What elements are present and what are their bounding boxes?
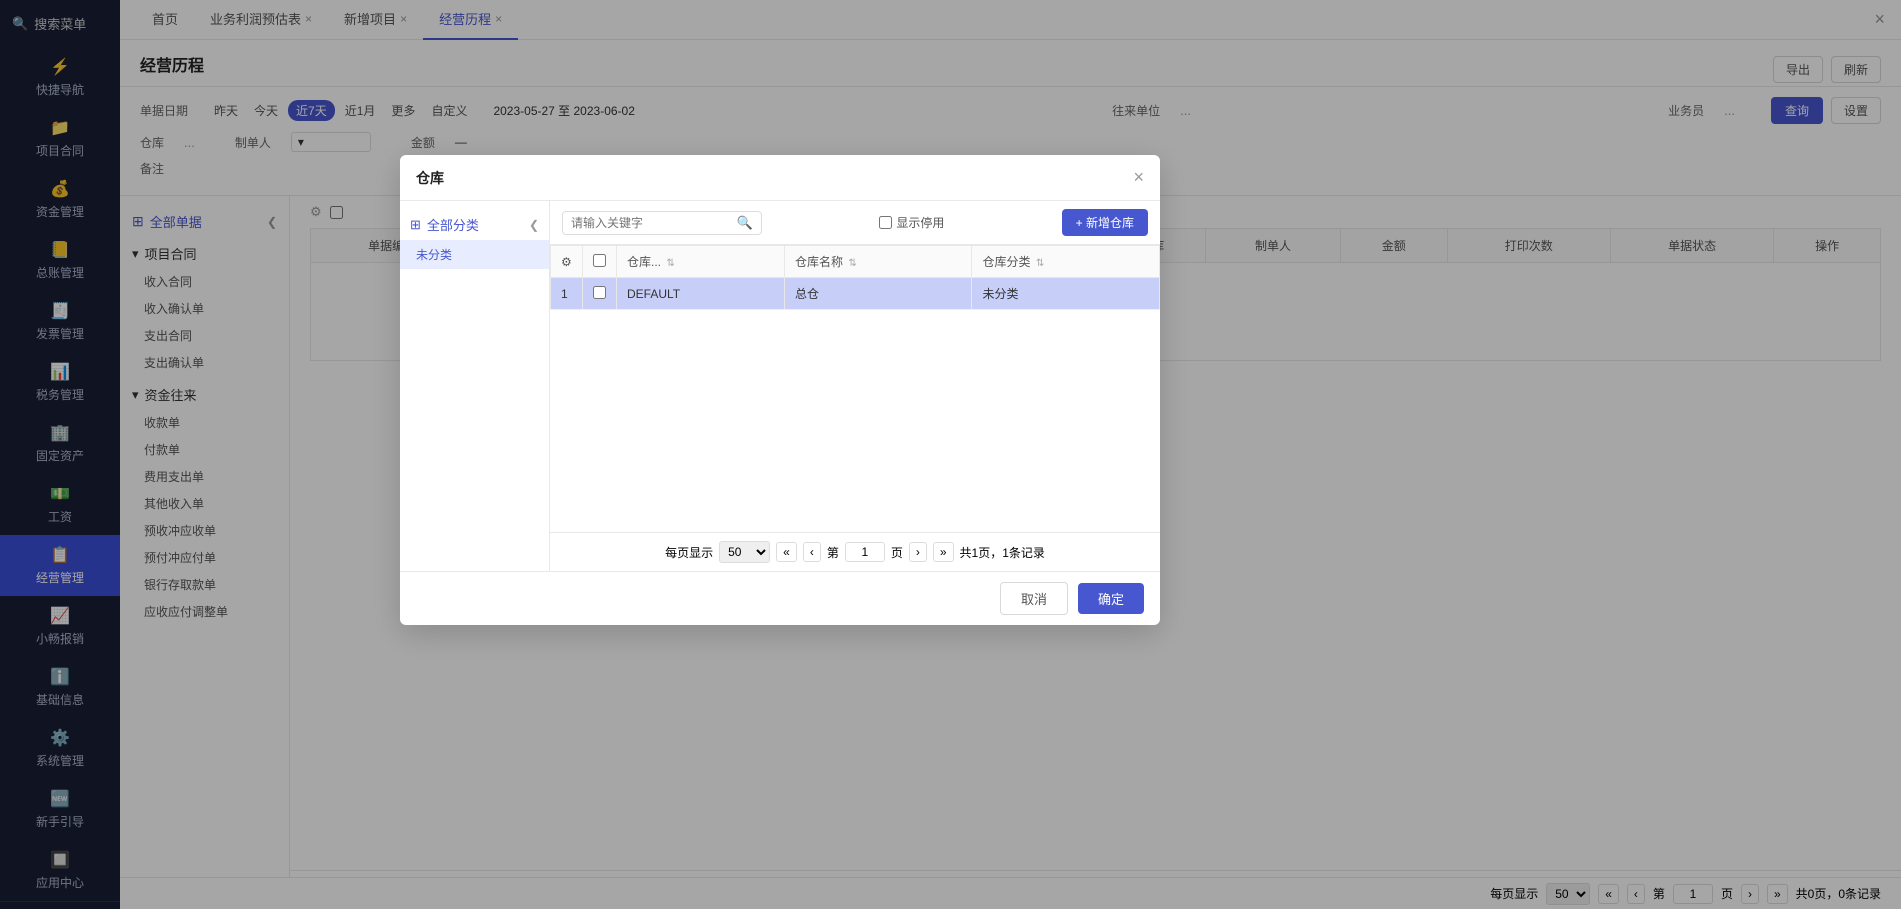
modal-prev-page[interactable]: ‹ xyxy=(803,542,821,562)
show-disabled-text: 显示停用 xyxy=(896,214,944,231)
modal-search-icon[interactable]: 🔍 xyxy=(737,215,753,231)
modal-pagination: 每页显示 50 100 « ‹ 第 页 › » 共1页，1条记录 xyxy=(550,532,1160,571)
modal-content-panel: 🔍 显示停用 + 新增仓库 ⚙ xyxy=(550,201,1160,571)
warehouse-modal: 仓库 × ⊞ 全部分类 ❮ 未分类 🔍 显 xyxy=(400,155,1160,625)
modal-total-info: 共1页，1条记录 xyxy=(960,544,1045,561)
modal-next-page[interactable]: › xyxy=(909,542,927,562)
modal-table-row[interactable]: 1 DEFAULT 总仓 未分类 xyxy=(551,278,1160,310)
modal-title: 仓库 xyxy=(416,168,444,188)
modal-col-category[interactable]: 仓库分类 ⇅ xyxy=(972,246,1160,278)
tree-collapse-icon[interactable]: ❮ xyxy=(529,218,539,232)
modal-current-page[interactable] xyxy=(845,542,885,562)
show-disabled-checkbox[interactable] xyxy=(879,216,892,229)
modal-row-checkbox[interactable] xyxy=(583,278,617,310)
modal-content-toolbar: 🔍 显示停用 + 新增仓库 xyxy=(550,201,1160,245)
modal-page-label: 页 xyxy=(891,544,903,561)
modal-tree-panel: ⊞ 全部分类 ❮ 未分类 xyxy=(400,201,550,571)
modal-cancel-btn[interactable]: 取消 xyxy=(1000,582,1068,615)
modal-row-category: 未分类 xyxy=(972,278,1160,310)
modal-row-name: 总仓 xyxy=(784,278,972,310)
modal-table-wrap: ⚙ 仓库... ⇅ 仓库名称 ⇅ 仓库分类 ⇅ xyxy=(550,245,1160,532)
modal-search-input[interactable] xyxy=(571,216,733,230)
modal-col-checkbox xyxy=(583,246,617,278)
modal-close-icon[interactable]: × xyxy=(1133,167,1144,188)
modal-page-size-label: 每页显示 xyxy=(665,544,713,561)
modal-all-category: ⊞ 全部分类 xyxy=(410,215,479,234)
sort-icon-code: ⇅ xyxy=(666,258,674,269)
modal-all-label: 全部分类 xyxy=(427,215,479,234)
modal-table: ⚙ 仓库... ⇅ 仓库名称 ⇅ 仓库分类 ⇅ xyxy=(550,245,1160,310)
sort-icon-name: ⇅ xyxy=(848,258,856,269)
modal-first-page[interactable]: « xyxy=(776,542,797,562)
add-warehouse-btn[interactable]: + 新增仓库 xyxy=(1062,209,1148,236)
modal-row-index: 1 xyxy=(551,278,583,310)
modal-select-all[interactable] xyxy=(593,254,606,267)
modal-search-box: 🔍 xyxy=(562,211,762,235)
sort-icon-category: ⇅ xyxy=(1036,258,1044,269)
modal-col-name[interactable]: 仓库名称 ⇅ xyxy=(784,246,972,278)
modal-confirm-btn[interactable]: 确定 xyxy=(1078,583,1144,614)
grid-icon-2: ⊞ xyxy=(410,217,421,233)
modal-body: ⊞ 全部分类 ❮ 未分类 🔍 显示停用 + 新增仓库 xyxy=(400,201,1160,571)
tree-item-unclassified[interactable]: 未分类 xyxy=(400,240,549,269)
modal-page-size-select[interactable]: 50 100 xyxy=(719,541,770,563)
modal-tree-header[interactable]: ⊞ 全部分类 ❮ xyxy=(400,209,549,240)
modal-page-pre-label: 第 xyxy=(827,544,839,561)
modal-header: 仓库 × xyxy=(400,155,1160,201)
modal-col-code[interactable]: 仓库... ⇅ xyxy=(617,246,785,278)
modal-last-page[interactable]: » xyxy=(933,542,954,562)
modal-col-settings[interactable]: ⚙ xyxy=(551,246,583,278)
modal-footer: 取消 确定 xyxy=(400,571,1160,625)
modal-row-code: DEFAULT xyxy=(617,278,785,310)
show-disabled-label[interactable]: 显示停用 xyxy=(879,214,944,231)
